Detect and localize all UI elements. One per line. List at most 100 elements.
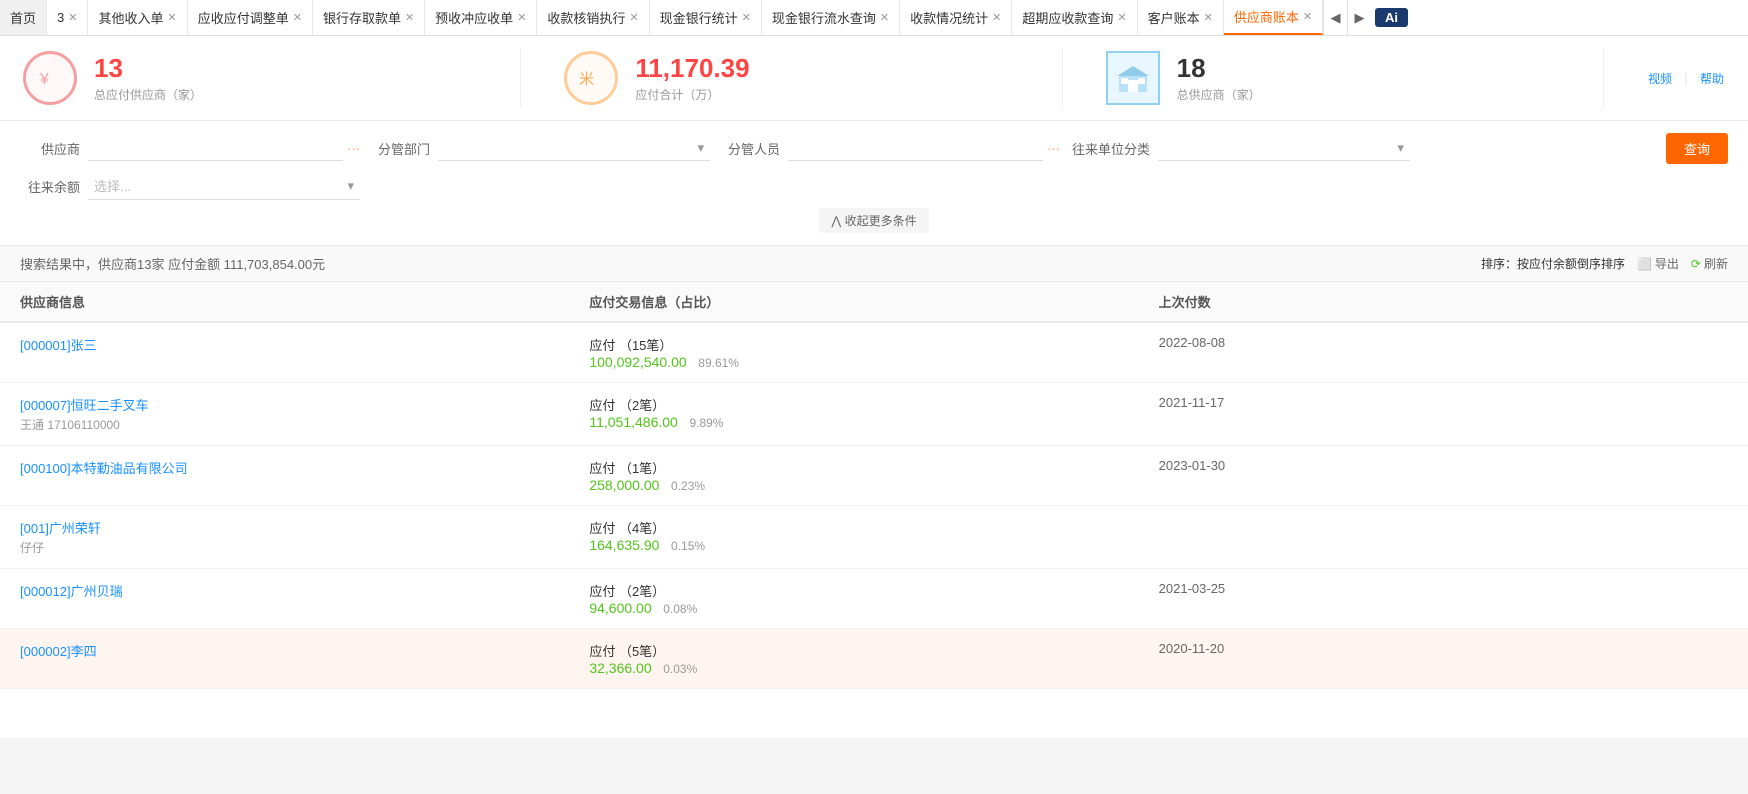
chevron-down-icon-3: ▾ xyxy=(347,178,354,194)
close-icon[interactable]: ✕ xyxy=(992,11,1001,24)
supplier-info-4: [001]广州荣轩 仔仔 xyxy=(20,518,589,556)
shop-icon-box xyxy=(1106,51,1160,105)
summary-text-payable-suppliers: 13 总应付供应商（家） xyxy=(94,53,202,103)
supplier-info-1: [000001]张三 xyxy=(20,335,589,354)
nav-item-bank[interactable]: 银行存取款单 ✕ xyxy=(313,0,425,35)
summary-icon-payable: ¥ xyxy=(20,48,80,108)
payable-icon-circle: ¥ xyxy=(23,51,77,105)
refresh-icon: ⟳ xyxy=(1691,257,1701,271)
filter-row-1: 供应商 ··· 分管部门 ▾ 分管人员 ··· 往来单位分类 xyxy=(20,133,1728,164)
table-row: [000100]本特勤油品有限公司 应付 （1笔） 258,000.00 0.2… xyxy=(0,446,1748,506)
svg-text:¥: ¥ xyxy=(39,71,49,88)
supplier-info-3: [000100]本特勤油品有限公司 xyxy=(20,458,589,477)
nav-item-3[interactable]: 3 ✕ xyxy=(47,0,88,35)
summary-icon-shop xyxy=(1103,48,1163,108)
chevron-down-icon-2: ▾ xyxy=(1397,140,1404,156)
nav-item-advance[interactable]: 预收冲应收单 ✕ xyxy=(425,0,537,35)
nav-item-overdue[interactable]: 超期应收款查询 ✕ xyxy=(1012,0,1137,35)
supplier-link-1[interactable]: [000001]张三 xyxy=(20,338,97,353)
nav-item-cash-bank-stat[interactable]: 现金银行统计 ✕ xyxy=(650,0,762,35)
nav-item-supplier-ledger[interactable]: 供应商账本 ✕ xyxy=(1224,0,1323,35)
nav-prev-arrow[interactable]: ◀ xyxy=(1323,0,1347,35)
close-icon[interactable]: ✕ xyxy=(880,11,889,24)
summary-text-payable-total: 11,170.39 应付合计（万） xyxy=(635,53,749,103)
person-label: 分管人员 xyxy=(720,139,780,158)
person-dots[interactable]: ··· xyxy=(1047,141,1060,156)
chevron-down-icon: ▾ xyxy=(697,140,704,156)
supplier-link-5[interactable]: [000012]广州贝瑞 xyxy=(20,584,123,599)
supplier-link-3[interactable]: [000100]本特勤油品有限公司 xyxy=(20,461,188,476)
close-icon[interactable]: ✕ xyxy=(1117,11,1126,24)
payable-suppliers-label: 总应付供应商（家） xyxy=(94,86,202,103)
filter-area: 供应商 ··· 分管部门 ▾ 分管人员 ··· 往来单位分类 xyxy=(0,121,1748,246)
nav-item-home[interactable]: 首页 xyxy=(0,0,47,35)
nav-item-adjustment[interactable]: 应收应付调整单 ✕ xyxy=(188,0,313,35)
close-icon[interactable]: ✕ xyxy=(68,11,77,24)
summary-icon-total: 米 xyxy=(561,48,621,108)
total-suppliers-num: 18 xyxy=(1177,53,1261,84)
supplier-link-2[interactable]: [000007]恒旺二手叉车 xyxy=(20,398,149,413)
table-row: [000001]张三 应付 （15笔） 100,092,540.00 89.61… xyxy=(0,323,1748,383)
table-header: 供应商信息 应付交易信息（占比） 上次付数 xyxy=(0,282,1748,323)
nav-item-receivable-exec[interactable]: 收款核销执行 ✕ xyxy=(537,0,649,35)
close-icon[interactable]: ✕ xyxy=(167,11,176,24)
export-button[interactable]: ⬜ 导出 xyxy=(1637,255,1679,272)
close-icon[interactable]: ✕ xyxy=(742,11,751,24)
supplier-sub-2: 王通 17106110000 xyxy=(20,416,589,433)
payable-suppliers-num: 13 xyxy=(94,53,202,84)
close-icon[interactable]: ✕ xyxy=(1204,11,1213,24)
summary-card-total-suppliers: 18 总供应商（家） xyxy=(1103,48,1604,108)
category-dropdown[interactable]: ▾ xyxy=(1158,136,1410,161)
nav-next-arrow[interactable]: ▶ xyxy=(1347,0,1371,35)
video-link[interactable]: 视频 xyxy=(1648,70,1672,87)
filter-balance: 往来余额 选择... ▾ xyxy=(20,172,360,200)
nav-item-other-income[interactable]: 其他收入单 ✕ xyxy=(88,0,187,35)
supplier-input[interactable] xyxy=(88,137,343,161)
result-bar: 搜索结果中，供应商13家 应付金额 111,703,854.00元 排序：按应付… xyxy=(0,246,1748,282)
col-header-lastpay: 上次付数 xyxy=(1159,292,1728,311)
sort-label[interactable]: 排序：按应付余额倒序排序 xyxy=(1481,255,1625,272)
dept-dropdown[interactable]: ▾ xyxy=(438,136,710,161)
person-input[interactable] xyxy=(788,137,1043,161)
collapse-button[interactable]: ⋀ 收起更多条件 xyxy=(819,208,928,233)
supplier-info-5: [000012]广州贝瑞 xyxy=(20,581,589,600)
close-icon[interactable]: ✕ xyxy=(629,11,638,24)
total-icon-circle: 米 xyxy=(564,51,618,105)
page-wrapper: 首页 3 ✕ 其他收入单 ✕ 应收应付调整单 ✕ 银行存取款单 ✕ 预收冲应收单… xyxy=(0,0,1748,794)
close-icon[interactable]: ✕ xyxy=(293,11,302,24)
summary-text-total-suppliers: 18 总供应商（家） xyxy=(1177,53,1261,103)
svg-text:米: 米 xyxy=(579,71,594,88)
ai-badge[interactable]: Ai xyxy=(1375,8,1408,27)
dept-label: 分管部门 xyxy=(370,139,430,158)
filter-person: 分管人员 ··· xyxy=(720,137,1060,161)
filter-row-2: 往来余额 选择... ▾ xyxy=(20,172,1728,200)
close-icon[interactable]: ✕ xyxy=(517,11,526,24)
category-label: 往来单位分类 xyxy=(1070,139,1150,158)
table-body: [000001]张三 应付 （15笔） 100,092,540.00 89.61… xyxy=(0,323,1748,737)
top-navigation: 首页 3 ✕ 其他收入单 ✕ 应收应付调整单 ✕ 银行存取款单 ✕ 预收冲应收单… xyxy=(0,0,1748,36)
divider: ｜ xyxy=(1680,70,1692,87)
filter-category: 往来单位分类 ▾ xyxy=(1070,136,1410,161)
help-link[interactable]: 帮助 xyxy=(1700,70,1724,87)
table-row: [001]广州荣轩 仔仔 应付 （4笔） 164,635.90 0.15% xyxy=(0,506,1748,569)
payable-total-label: 应付合计（万） xyxy=(635,86,749,103)
export-icon: ⬜ xyxy=(1637,257,1652,271)
nav-item-cash-flow[interactable]: 现金银行流水查询 ✕ xyxy=(762,0,900,35)
supplier-dots[interactable]: ··· xyxy=(347,141,360,156)
total-suppliers-label: 总供应商（家） xyxy=(1177,86,1261,103)
refresh-button[interactable]: ⟳ 刷新 xyxy=(1691,255,1728,272)
close-icon[interactable]: ✕ xyxy=(1303,10,1312,23)
last-pay-3: 2023-01-30 xyxy=(1159,458,1728,473)
nav-item-customer-ledger[interactable]: 客户账本 ✕ xyxy=(1138,0,1224,35)
close-icon[interactable]: ✕ xyxy=(405,11,414,24)
payable-info-1: 应付 （15笔） 100,092,540.00 89.61% xyxy=(589,335,1158,370)
summary-card-payable-suppliers: ¥ 13 总应付供应商（家） xyxy=(20,48,521,108)
supplier-link-4[interactable]: [001]广州荣轩 xyxy=(20,521,101,536)
last-pay-5: 2021-03-25 xyxy=(1159,581,1728,596)
supplier-link-6[interactable]: [000002]李四 xyxy=(20,644,97,659)
nav-item-collection-stat[interactable]: 收款情况统计 ✕ xyxy=(900,0,1012,35)
last-pay-2: 2021-11-17 xyxy=(1159,395,1728,410)
balance-dropdown[interactable]: 选择... ▾ xyxy=(88,172,360,200)
query-button[interactable]: 查询 xyxy=(1666,133,1728,164)
table-row: [000007]恒旺二手叉车 王通 17106110000 应付 （2笔） 11… xyxy=(0,383,1748,446)
